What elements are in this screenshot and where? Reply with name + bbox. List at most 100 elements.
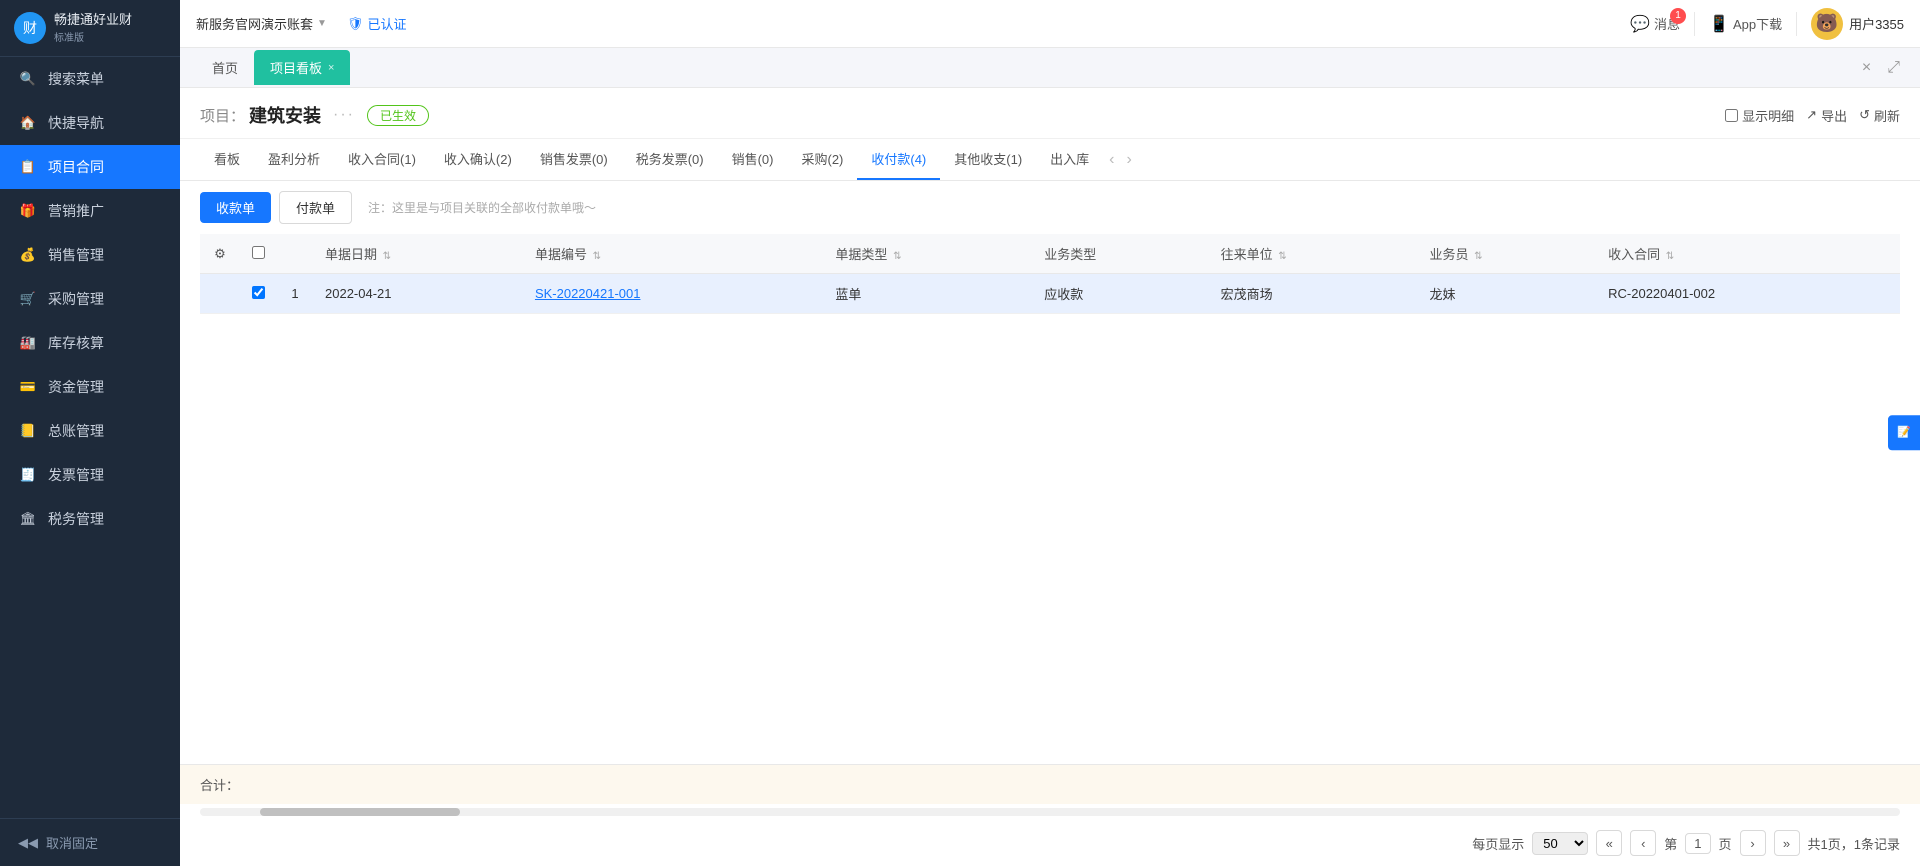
- cell-biz-type: 应收款: [1032, 274, 1208, 314]
- th-settings[interactable]: ⚙: [200, 234, 240, 274]
- cell-settings: [200, 274, 240, 314]
- th-number[interactable]: 单据编号 ⇅: [523, 234, 823, 274]
- sidebar-item-project-contract[interactable]: 📋 项目合同: [0, 145, 180, 189]
- th-salesperson[interactable]: 业务员 ⇅: [1417, 234, 1596, 274]
- app-download-button[interactable]: 📱 App下载: [1709, 14, 1782, 34]
- sidebar-item-invoice-mgmt[interactable]: 🧾 发票管理: [0, 453, 180, 497]
- subnav-left-arrow[interactable]: ‹: [1103, 151, 1120, 169]
- th-income-contract[interactable]: 收入合同 ⇅: [1596, 234, 1900, 274]
- subnav-profit[interactable]: 盈利分析: [254, 139, 334, 180]
- show-detail-button[interactable]: 显示明细: [1725, 106, 1794, 125]
- feedback-button[interactable]: 📝: [1888, 415, 1920, 450]
- sidebar-label-search: 搜索菜单: [48, 69, 104, 89]
- invoice-icon: 🧾: [18, 465, 38, 485]
- table-wrap: ⚙ 单据日期 ⇅ 单据编号 ⇅: [180, 234, 1920, 764]
- sidebar-item-marketing[interactable]: 🎁 营销推广: [0, 189, 180, 233]
- purchase-icon: 🛒: [18, 289, 38, 309]
- subnav-board[interactable]: 看板: [200, 139, 254, 180]
- select-all-checkbox[interactable]: [252, 246, 265, 259]
- messages-button[interactable]: 💬 消息 1: [1630, 14, 1680, 34]
- contract-icon: 📋: [18, 157, 38, 177]
- pagination: 每页显示 50 100 200 « ‹ 第 1 页 › » 共1页，1条记录: [180, 820, 1920, 866]
- sidebar-item-fund-mgmt[interactable]: 💳 资金管理: [0, 365, 180, 409]
- per-page-select[interactable]: 50 100 200: [1532, 832, 1588, 855]
- export-button[interactable]: ↗ 导出: [1806, 106, 1847, 125]
- subnav-purchase[interactable]: 采购(2): [787, 139, 857, 180]
- show-detail-checkbox[interactable]: [1725, 109, 1738, 122]
- account-selector[interactable]: 新服务官网演示账套 ▼: [196, 14, 327, 33]
- sidebar-label-ledger-mgmt: 总账管理: [48, 421, 104, 441]
- topbar-divider-2: [1796, 12, 1797, 36]
- subnav-tax-invoice[interactable]: 税务发票(0): [622, 139, 718, 180]
- sidebar-label-inventory: 库存核算: [48, 333, 104, 353]
- project-prefix: 项目：: [200, 105, 245, 126]
- tab-home-label: 首页: [212, 58, 238, 77]
- sidebar-item-sales-mgmt[interactable]: 💰 销售管理: [0, 233, 180, 277]
- window-maximize-btn[interactable]: ⤢: [1883, 55, 1904, 81]
- sidebar-item-ledger-mgmt[interactable]: 📒 总账管理: [0, 409, 180, 453]
- subnav-receipts[interactable]: 收付款(4): [857, 139, 940, 180]
- page-prefix: 第: [1664, 834, 1677, 853]
- cell-check: [240, 274, 277, 314]
- user-profile[interactable]: 🐻 用户3355: [1811, 8, 1904, 40]
- subnav-sales-invoice[interactable]: 销售发票(0): [526, 139, 622, 180]
- th-num: [277, 234, 313, 274]
- username-label: 用户3355: [1849, 14, 1904, 33]
- subnav-income-confirm[interactable]: 收入确认(2): [430, 139, 526, 180]
- topbar-divider-1: [1694, 12, 1695, 36]
- sidebar-unpin[interactable]: ◀◀ 取消固定: [0, 818, 180, 866]
- tab-project-board[interactable]: 项目看板 ×: [254, 50, 350, 85]
- last-page-btn[interactable]: »: [1774, 830, 1800, 856]
- tab-home[interactable]: 首页: [196, 50, 254, 85]
- table-scrollbar-row: [180, 804, 1920, 820]
- number-sort-icon: ⇅: [593, 251, 601, 262]
- fund-icon: 💳: [18, 377, 38, 397]
- sidebar-item-search[interactable]: 🔍 搜索菜单: [0, 57, 180, 101]
- window-close-btn[interactable]: ×: [1858, 55, 1875, 81]
- table-row: 1 2022-04-21 SK-20220421-001 蓝单 应收款 宏茂商场…: [200, 274, 1900, 314]
- message-icon: 💬: [1630, 14, 1650, 34]
- tax-icon: 🏛: [18, 509, 38, 529]
- sidebar-item-purchase-mgmt[interactable]: 🛒 采购管理: [0, 277, 180, 321]
- subnav-income-contract[interactable]: 收入合同(1): [334, 139, 430, 180]
- certified-label: 已认证: [367, 14, 406, 33]
- row-checkbox[interactable]: [252, 286, 265, 299]
- subnav-sales[interactable]: 销售(0): [718, 139, 788, 180]
- total-info: 共1页，1条记录: [1808, 834, 1900, 853]
- account-dropdown-icon: ▼: [317, 18, 327, 29]
- th-counterparty[interactable]: 往来单位 ⇅: [1209, 234, 1418, 274]
- refresh-button[interactable]: ↺ 刷新: [1859, 106, 1900, 125]
- th-biz-type: 业务类型: [1032, 234, 1208, 274]
- show-detail-label: 显示明细: [1742, 106, 1794, 125]
- salesperson-sort-icon: ⇅: [1474, 251, 1482, 262]
- table-scrollbar-thumb[interactable]: [260, 808, 460, 816]
- subnav-warehouse[interactable]: 出入库: [1036, 139, 1103, 180]
- feedback-icon: 📝: [1898, 425, 1911, 440]
- sidebar-item-shortcut[interactable]: 🏠 快捷导航: [0, 101, 180, 145]
- receipt-btn[interactable]: 收款单: [200, 192, 271, 223]
- subnav-other-expense[interactable]: 其他收支(1): [940, 139, 1036, 180]
- th-date[interactable]: 单据日期 ⇅: [313, 234, 523, 274]
- th-type[interactable]: 单据类型 ⇅: [823, 234, 1032, 274]
- cell-no: 1: [277, 274, 313, 314]
- th-check: [240, 234, 277, 274]
- subnav-right-arrow[interactable]: ›: [1121, 151, 1138, 169]
- app-download-label: App下载: [1733, 14, 1782, 33]
- first-page-btn[interactable]: «: [1596, 830, 1622, 856]
- cell-salesperson: 龙妹: [1417, 274, 1596, 314]
- counterparty-sort-icon: ⇅: [1278, 251, 1286, 262]
- cell-number[interactable]: SK-20220421-001: [523, 274, 823, 314]
- app-name-block: 畅捷通好业财 标准版: [54, 12, 132, 44]
- next-page-btn[interactable]: ›: [1740, 830, 1766, 856]
- more-options-icon[interactable]: ···: [333, 106, 355, 124]
- messages-badge: 1: [1670, 8, 1686, 24]
- payment-btn[interactable]: 付款单: [279, 191, 352, 224]
- sidebar-item-inventory[interactable]: 🏭 库存核算: [0, 321, 180, 365]
- tab-close-icon[interactable]: ×: [328, 62, 334, 74]
- certified-badge: 🛡 已认证: [347, 14, 407, 33]
- table-footer: 合计：: [180, 764, 1920, 804]
- data-table: ⚙ 单据日期 ⇅ 单据编号 ⇅: [200, 234, 1900, 314]
- sidebar-label-tax-mgmt: 税务管理: [48, 509, 104, 529]
- prev-page-btn[interactable]: ‹: [1630, 830, 1656, 856]
- sidebar-item-tax-mgmt[interactable]: 🏛 税务管理: [0, 497, 180, 541]
